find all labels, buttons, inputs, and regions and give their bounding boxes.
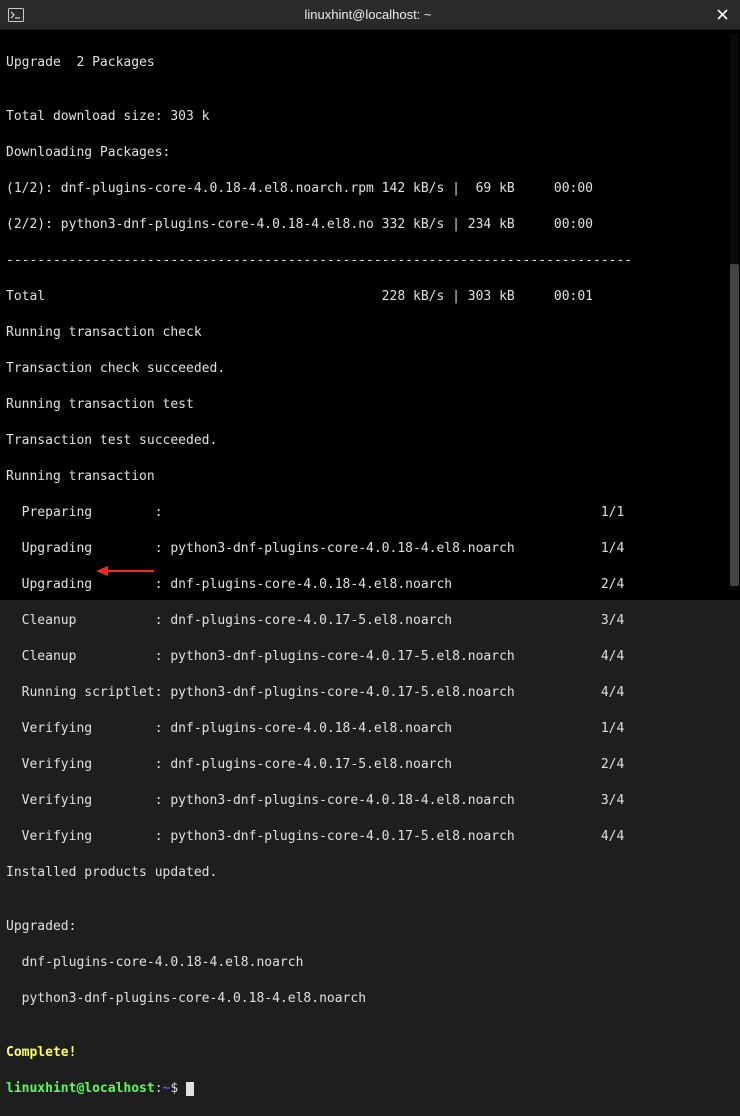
output-line: Total 228 kB/s | 303 kB 00:01 <box>6 288 734 306</box>
output-line: dnf-plugins-core-4.0.18-4.el8.noarch <box>6 954 734 972</box>
output-line: Upgraded: <box>6 918 734 936</box>
output-line: python3-dnf-plugins-core-4.0.18-4.el8.no… <box>6 990 734 1008</box>
scrollbar-track[interactable] <box>730 34 739 590</box>
output-line: Transaction check succeeded. <box>6 360 734 378</box>
output-line: Cleanup : python3-dnf-plugins-core-4.0.1… <box>6 648 734 666</box>
output-line: Running transaction test <box>6 396 734 414</box>
prompt-user: linuxhint@localhost <box>6 1081 155 1096</box>
output-line: Verifying : python3-dnf-plugins-core-4.0… <box>6 792 734 810</box>
output-line: Downloading Packages: <box>6 144 734 162</box>
output-line: Running scriptlet: python3-dnf-plugins-c… <box>6 684 734 702</box>
prompt-path: ~ <box>163 1081 171 1096</box>
output-line: Running transaction check <box>6 324 734 342</box>
output-line: ----------------------------------------… <box>6 252 734 270</box>
output-line: Upgrading : dnf-plugins-core-4.0.18-4.el… <box>6 576 734 594</box>
output-line: Verifying : dnf-plugins-core-4.0.17-5.el… <box>6 756 734 774</box>
cursor <box>186 1082 194 1096</box>
complete-message: Complete! <box>6 1044 734 1062</box>
close-button[interactable] <box>712 5 732 25</box>
output-line: (2/2): python3-dnf-plugins-core-4.0.18-4… <box>6 216 734 234</box>
output-line: Verifying : dnf-plugins-core-4.0.18-4.el… <box>6 720 734 738</box>
scrollbar-thumb[interactable] <box>730 264 739 586</box>
prompt-line[interactable]: linuxhint@localhost:~$ <box>6 1080 734 1098</box>
output-line: Total download size: 303 k <box>6 108 734 126</box>
terminal-output[interactable]: Upgrade 2 Packages Total download size: … <box>0 30 740 600</box>
output-line: Transaction test succeeded. <box>6 432 734 450</box>
terminal-icon <box>8 8 24 22</box>
output-line: Preparing : 1/1 <box>6 504 734 522</box>
output-line: Running transaction <box>6 468 734 486</box>
output-line: Cleanup : dnf-plugins-core-4.0.17-5.el8.… <box>6 612 734 630</box>
output-line: Verifying : python3-dnf-plugins-core-4.0… <box>6 828 734 846</box>
output-line: Upgrading : python3-dnf-plugins-core-4.0… <box>6 540 734 558</box>
output-line: Installed products updated. <box>6 864 734 882</box>
output-line: (1/2): dnf-plugins-core-4.0.18-4.el8.noa… <box>6 180 734 198</box>
prompt-colon: : <box>155 1081 163 1096</box>
prompt-dollar: $ <box>170 1081 186 1096</box>
window-title: linuxhint@localhost: ~ <box>304 7 431 22</box>
titlebar: linuxhint@localhost: ~ <box>0 0 740 30</box>
output-line: Upgrade 2 Packages <box>6 54 734 72</box>
